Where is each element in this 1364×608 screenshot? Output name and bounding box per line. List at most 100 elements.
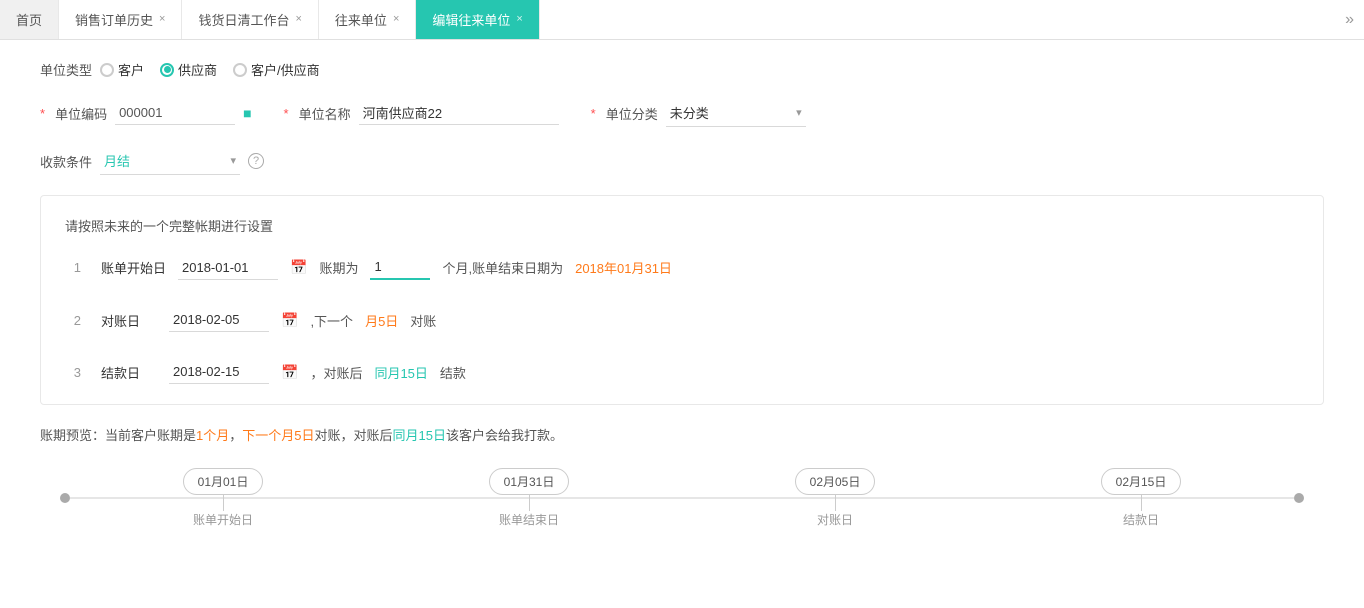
period-end-date: 2018年01月31日 [575, 258, 672, 277]
main-content: 单位类型 客户 供应商 客户/供应商 * 单位编码 [0, 40, 1364, 608]
step-3-label: 结款日 [101, 363, 157, 382]
settings-box: 请按照未来的一个完整帐期进行设置 1 账单开始日 📅 账期为 个月,账单结束日期… [40, 195, 1324, 405]
timeline-inner: 01月01日 账单开始日 01月31日 账单结束日 02月05日 [70, 468, 1294, 528]
unit-code-label: 单位编码 [55, 104, 107, 123]
radio-both-circle [233, 63, 247, 77]
name-required-star: * [284, 106, 289, 121]
period-unit-text: 个月,账单结束日期为 [442, 258, 563, 277]
timeline-node-3: 02月05日 对账日 [682, 468, 988, 528]
timeline-connector-3 [835, 495, 836, 511]
tab-partner-close[interactable]: × [393, 14, 399, 25]
preview-part3: 同月15日 [393, 428, 446, 443]
tab-edit-label: 编辑往来单位 [432, 10, 510, 29]
timeline-node-1: 01月01日 账单开始日 [70, 468, 376, 528]
tab-home[interactable]: 首页 [0, 0, 59, 39]
timeline-label-1: 账单开始日 [193, 511, 253, 528]
start-date-input[interactable] [178, 256, 278, 280]
unit-category-value: 未分类 [670, 103, 792, 122]
tab-more-button[interactable]: » [1335, 0, 1364, 39]
reconcile-date-cal-icon[interactable]: 📅 [281, 312, 298, 329]
code-required-star: * [40, 106, 45, 121]
code-copy-icon[interactable]: ■ [243, 105, 251, 121]
radio-customer[interactable]: 客户 [100, 60, 144, 79]
radio-customer-label: 客户 [118, 60, 144, 79]
payment-date-cal-icon[interactable]: 📅 [281, 364, 298, 381]
payment-highlight: 同月15日 [374, 363, 427, 382]
tab-home-label: 首页 [16, 10, 42, 29]
radio-supplier[interactable]: 供应商 [160, 60, 217, 79]
timeline-label-4: 结款日 [1123, 511, 1159, 528]
reconcile-date-input[interactable] [169, 308, 269, 332]
reconcile-highlight: 月5日 [365, 311, 398, 330]
tab-cash-flow[interactable]: 钱货日清工作台 × [182, 0, 318, 39]
radio-supplier-label: 供应商 [178, 60, 217, 79]
timeline-end-dot [1294, 493, 1304, 503]
timeline-node-4: 02月15日 结款日 [988, 468, 1294, 528]
start-date-cal-icon[interactable]: 📅 [290, 259, 307, 276]
preview-between2: 对账，对账后 [315, 428, 393, 443]
timeline-start-dot [60, 493, 70, 503]
unit-type-radio-group: 客户 供应商 客户/供应商 [100, 60, 320, 79]
payment-date-input[interactable] [169, 360, 269, 384]
period-prefix: 账期为 [319, 258, 358, 277]
tab-edit-close[interactable]: × [516, 14, 522, 25]
reconcile-suffix: 对账 [410, 311, 436, 330]
timeline-connector-1 [223, 495, 224, 511]
unit-category-label: 单位分类 [606, 104, 658, 123]
tab-edit-partner[interactable]: 编辑往来单位 × [416, 0, 539, 39]
step-2-label: 对账日 [101, 311, 157, 330]
reconcile-prefix: ,下一个 [310, 311, 353, 330]
timeline-label-2: 账单结束日 [499, 511, 559, 528]
radio-supplier-circle [160, 63, 174, 77]
tab-cash-close[interactable]: × [295, 14, 301, 25]
timeline-pill-4: 02月15日 [1101, 468, 1182, 495]
payment-terms-dropdown[interactable]: 月结 ▾ [100, 147, 240, 175]
payment-terms-label: 收款条件 [40, 152, 92, 171]
payment-prefix: ，对账后 [310, 363, 362, 382]
period-input[interactable] [370, 255, 430, 280]
unit-code-input[interactable] [115, 101, 235, 125]
tab-cash-label: 钱货日清工作台 [198, 10, 289, 29]
payment-terms-value: 月结 [104, 151, 226, 170]
timeline: 01月01日 账单开始日 01月31日 账单结束日 02月05日 [40, 468, 1324, 528]
tab-bar: 首页 销售订单历史 × 钱货日清工作台 × 往来单位 × 编辑往来单位 × » [0, 0, 1364, 40]
unit-type-label: 单位类型 [40, 60, 92, 79]
timeline-node-2: 01月31日 账单结束日 [376, 468, 682, 528]
radio-both[interactable]: 客户/供应商 [233, 60, 320, 79]
timeline-pill-1: 01月01日 [183, 468, 264, 495]
payment-terms-row: 收款条件 月结 ▾ ? [40, 147, 1324, 175]
tab-sales-label: 销售订单历史 [75, 10, 153, 29]
preview-between1: ， [229, 428, 242, 443]
timeline-connector-2 [529, 495, 530, 511]
category-required-star: * [591, 106, 596, 121]
tab-sales-close[interactable]: × [159, 14, 165, 25]
preview-section: 账期预览：当前客户账期是1个月，下一个月5日对账，对账后同月15日该客户会给我打… [40, 425, 1324, 528]
radio-both-label: 客户/供应商 [251, 60, 320, 79]
unit-type-field: 单位类型 客户 供应商 客户/供应商 [40, 60, 320, 79]
preview-prefix: 账期预览：当前客户账期是 [40, 428, 196, 443]
unit-category-dropdown[interactable]: 未分类 ▾ [666, 99, 806, 127]
tab-partner-units[interactable]: 往来单位 × [319, 0, 416, 39]
payment-suffix: 结款 [440, 363, 466, 382]
timeline-label-3: 对账日 [817, 511, 853, 528]
settings-row-2: 2 对账日 📅 ,下一个 月5日 对账 [65, 308, 1299, 332]
payment-terms-arrow: ▾ [230, 154, 236, 167]
unit-name-input[interactable] [359, 101, 559, 125]
preview-suffix: 该客户会给我打款。 [446, 428, 563, 443]
timeline-pill-3: 02月05日 [795, 468, 876, 495]
payment-terms-field: 收款条件 月结 ▾ ? [40, 147, 264, 175]
step-3-num: 3 [65, 365, 81, 380]
step-2-num: 2 [65, 313, 81, 328]
unit-type-row: 单位类型 客户 供应商 客户/供应商 [40, 60, 1324, 79]
settings-row-3: 3 结款日 📅 ，对账后 同月15日 结款 [65, 360, 1299, 384]
radio-customer-circle [100, 63, 114, 77]
unit-name-label: 单位名称 [299, 104, 351, 123]
preview-part2: 下一个月5日 [242, 428, 314, 443]
unit-category-field: * 单位分类 未分类 ▾ [591, 99, 806, 127]
tab-partner-label: 往来单位 [335, 10, 387, 29]
help-icon[interactable]: ? [248, 153, 264, 169]
settings-box-title: 请按照未来的一个完整帐期进行设置 [65, 216, 1299, 235]
tab-more-icon: » [1345, 11, 1354, 29]
tab-sales-history[interactable]: 销售订单历史 × [59, 0, 182, 39]
settings-row-1: 1 账单开始日 📅 账期为 个月,账单结束日期为 2018年01月31日 [65, 255, 1299, 280]
